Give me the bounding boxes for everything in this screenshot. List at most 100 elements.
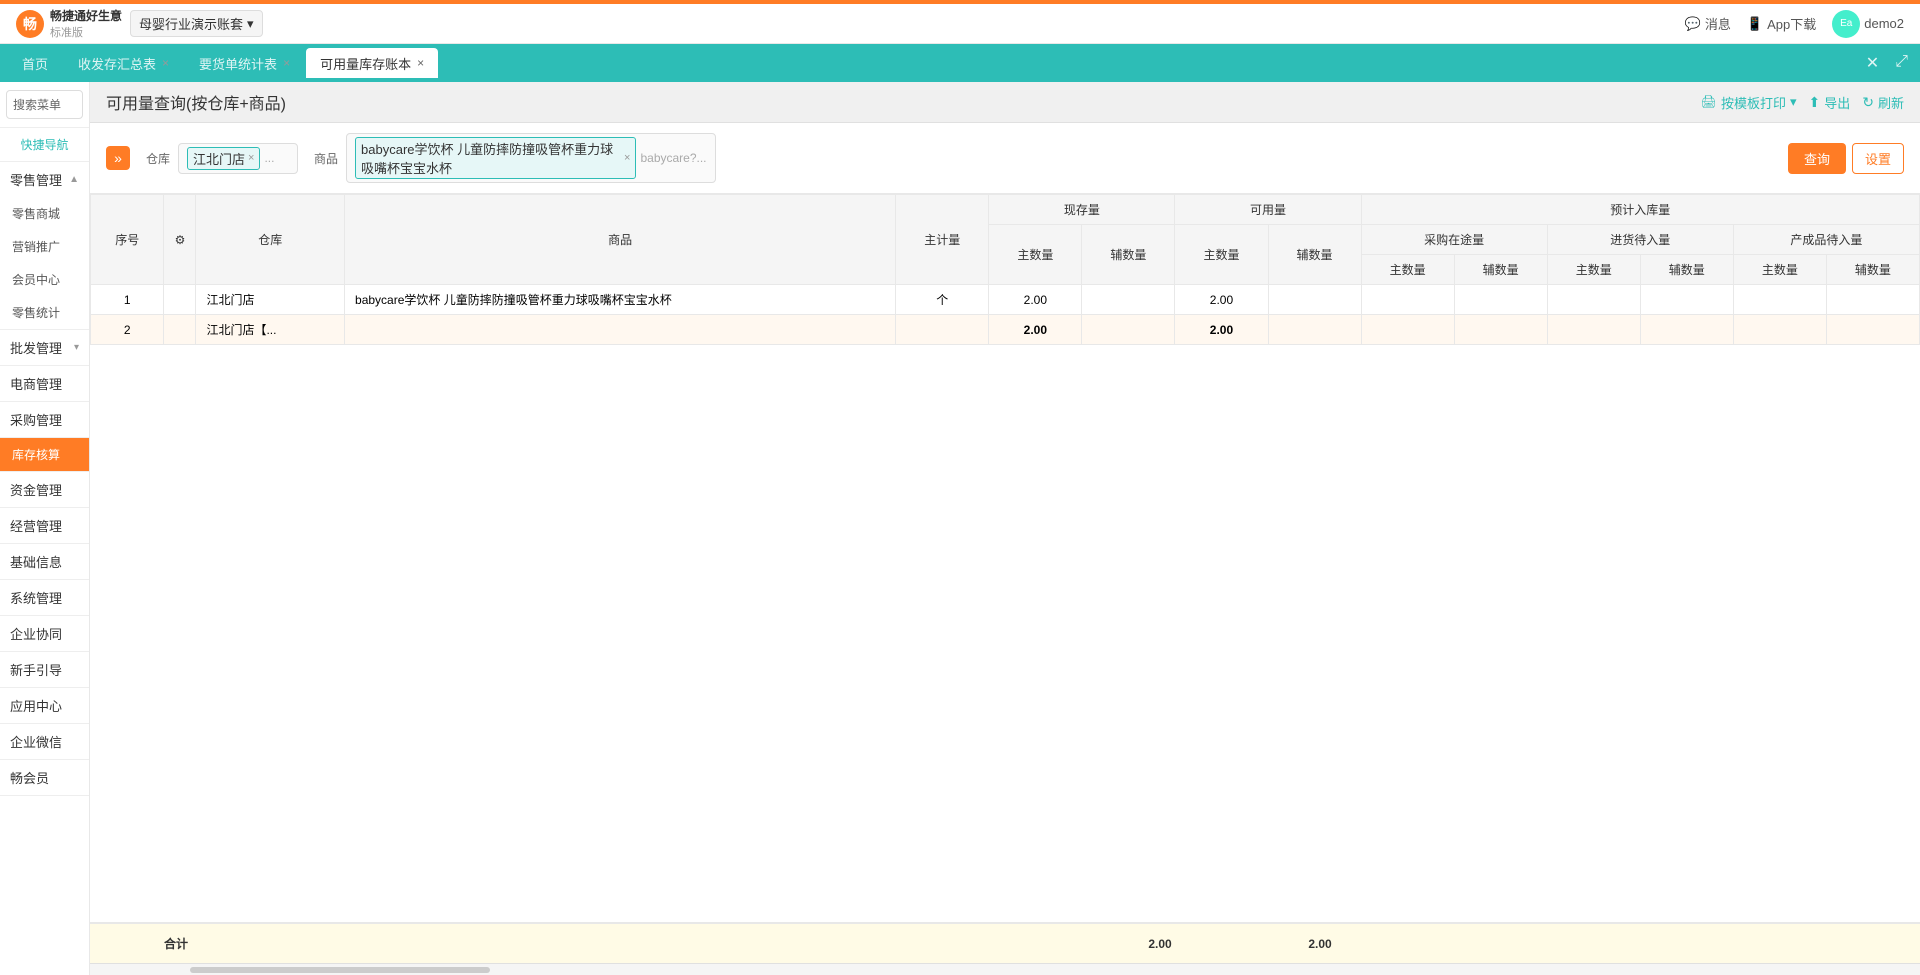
sidebar-item-members[interactable]: 会员中心 (0, 263, 89, 296)
row1-import-main (1547, 285, 1640, 315)
tab-home-label: 首页 (22, 54, 48, 73)
sidebar-ecommerce-header[interactable]: 电商管理 (0, 366, 89, 401)
tab-receive-pay[interactable]: 收发存汇总表 × (64, 48, 183, 78)
sidebar-enterprise-wechat-header[interactable]: 企业微信 (0, 724, 89, 759)
quick-nav-btn[interactable]: 快捷导航 (0, 128, 89, 162)
col-main-unit: 主计量 (896, 195, 989, 285)
sidebar-section-finance: 资金管理 (0, 472, 89, 508)
col-current-main: 主数量 (989, 225, 1082, 285)
product-filter-value[interactable]: babycare学饮杯 儿童防摔防撞吸管杯重力球吸嘴杯宝宝水杯 × babyca… (346, 133, 715, 183)
footer-empty1 (90, 930, 122, 957)
sidebar-enterprise-header[interactable]: 企业协同 (0, 616, 89, 651)
col-avail-aux: 辅数量 (1268, 225, 1361, 285)
main-layout: 搜索菜单 快捷导航 零售管理 ▲ 零售商城 营销推广 会员中心 零售统计 批发管… (0, 82, 1920, 975)
logo-subtitle: 标准版 (50, 24, 122, 40)
col-current-stock-group: 现存量 (989, 195, 1175, 225)
table-area: 序号 ⚙ 仓库 商品 主计量 现存量 可用量 预计入库量 主数量 辅数量 主数量… (90, 194, 1920, 922)
export-btn[interactable]: ⬆ 导出 (1809, 93, 1851, 112)
tab-available-inventory-close[interactable]: × (417, 56, 424, 70)
row1-current-main: 2.00 (989, 285, 1082, 315)
sidebar-vip-header[interactable]: 畅会员 (0, 760, 89, 795)
refresh-label: 刷新 (1878, 93, 1904, 112)
user-area[interactable]: Ea demo2 (1832, 10, 1904, 38)
message-btn[interactable]: 💬 消息 (1685, 14, 1731, 33)
search-menu-btn[interactable]: 搜索菜单 (6, 90, 83, 119)
logo-area[interactable]: 畅 畅捷通好生意 标准版 (16, 7, 122, 40)
header-actions: 🖨 按模板打印 ▾ ⬆ 导出 ↻ 刷新 (1700, 93, 1904, 112)
footer-purchase-main (1440, 930, 1520, 957)
industry-selector[interactable]: 母婴行业演示账套 ▾ (130, 10, 263, 37)
sidebar-item-inventory[interactable]: 库存核算 (0, 438, 89, 471)
settings-btn[interactable]: 设置 (1852, 143, 1904, 174)
col-production-aux: 辅数量 (1826, 255, 1919, 285)
warehouse-tag-remove[interactable]: × (248, 152, 254, 164)
footer-import-aux (1680, 930, 1760, 957)
footer-production-main (1760, 930, 1840, 957)
row2-production-main (1733, 315, 1826, 345)
row2-product (345, 315, 896, 345)
product-tag: babycare学饮杯 儿童防摔防撞吸管杯重力球吸嘴杯宝宝水杯 × (355, 137, 636, 179)
top-bar-right: 💬 消息 📱 App下载 Ea demo2 (1685, 10, 1904, 38)
row2-unit (896, 315, 989, 345)
refresh-icon: ↻ (1862, 94, 1874, 111)
tab-receive-pay-close[interactable]: × (162, 56, 169, 70)
col-purchase-main: 主数量 (1361, 255, 1454, 285)
sidebar-item-retail-stats[interactable]: 零售统计 (0, 296, 89, 329)
product-ellipsis[interactable]: babycare?... (640, 151, 706, 165)
sidebar-retail-header[interactable]: 零售管理 ▲ (0, 162, 89, 197)
warehouse-ellipsis[interactable]: ... (264, 151, 274, 165)
logo-text: 畅捷通好生意 (50, 7, 122, 24)
sidebar-item-marketing[interactable]: 营销推广 (0, 230, 89, 263)
row1-product: babycare学饮杯 儿童防摔防撞吸管杯重力球吸嘴杯宝宝水杯 (345, 285, 896, 315)
expand-btn[interactable]: ⤢ (1891, 49, 1912, 77)
sidebar-app-center-header[interactable]: 应用中心 (0, 688, 89, 723)
filter-toggle-btn[interactable]: » (106, 146, 130, 170)
row2-avail-aux (1268, 315, 1361, 345)
wholesale-arrow-icon: ▾ (74, 342, 79, 353)
sidebar-basic-header[interactable]: 基础信息 (0, 544, 89, 579)
app-download-btn[interactable]: 📱 App下载 (1747, 14, 1816, 33)
sidebar-system-header[interactable]: 系统管理 (0, 580, 89, 615)
row1-import-aux (1640, 285, 1733, 315)
sidebar-operations-header[interactable]: 经营管理 (0, 508, 89, 543)
col-no: 序号 (91, 195, 164, 285)
row1-production-aux (1826, 285, 1919, 315)
col-production-group: 产成品待入量 (1733, 225, 1919, 255)
warehouse-tag-text: 江北门店 (193, 149, 245, 168)
footer-empty2 (122, 930, 154, 957)
row2-purchase-aux (1454, 315, 1547, 345)
sidebar-finance-header[interactable]: 资金管理 (0, 472, 89, 507)
warehouse-tag: 江北门店 × (187, 147, 260, 170)
product-tag-remove[interactable]: × (624, 152, 630, 164)
username: demo2 (1864, 16, 1904, 31)
avatar: Ea (1832, 10, 1860, 38)
warehouse-filter-value[interactable]: 江北门店 × ... (178, 143, 298, 174)
query-btn[interactable]: 查询 (1788, 143, 1846, 174)
print-label: 按模板打印 (1721, 93, 1786, 112)
scrollbar-area (90, 963, 1920, 975)
close-all-tabs-btn[interactable]: ✕ (1862, 49, 1883, 77)
row1-no: 1 (91, 285, 164, 315)
tab-order-stats[interactable]: 要货单统计表 × (185, 48, 304, 78)
horizontal-scrollbar[interactable] (190, 967, 490, 973)
filter-actions: 查询 设置 (1788, 143, 1904, 174)
row2-purchase-main (1361, 315, 1454, 345)
tab-home[interactable]: 首页 (8, 48, 62, 78)
col-import-main: 主数量 (1547, 255, 1640, 285)
sidebar-purchase-header[interactable]: 采购管理 (0, 402, 89, 437)
row1-production-main (1733, 285, 1826, 315)
filter-row: » 仓库 江北门店 × ... 商品 babycare学饮杯 儿童防摔防撞吸管杯… (90, 123, 1920, 194)
print-template-btn[interactable]: 🖨 按模板打印 ▾ (1700, 93, 1796, 112)
col-settings[interactable]: ⚙ (164, 195, 196, 285)
row2-current-aux (1082, 315, 1175, 345)
row1-purchase-main (1361, 285, 1454, 315)
table-row: 1 江北门店 babycare学饮杯 儿童防摔防撞吸管杯重力球吸嘴杯宝宝水杯 个… (91, 285, 1920, 315)
tab-order-stats-close[interactable]: × (283, 56, 290, 70)
sidebar-wholesale-header[interactable]: 批发管理 ▾ (0, 330, 89, 365)
refresh-btn[interactable]: ↻ 刷新 (1862, 93, 1904, 112)
sidebar-item-retail-shop[interactable]: 零售商城 (0, 197, 89, 230)
tab-available-inventory[interactable]: 可用量库存账本 × (306, 48, 438, 78)
row1-unit: 个 (896, 285, 989, 315)
row1-warehouse: 江北门店 (196, 285, 345, 315)
sidebar-newbie-header[interactable]: 新手引导 (0, 652, 89, 687)
